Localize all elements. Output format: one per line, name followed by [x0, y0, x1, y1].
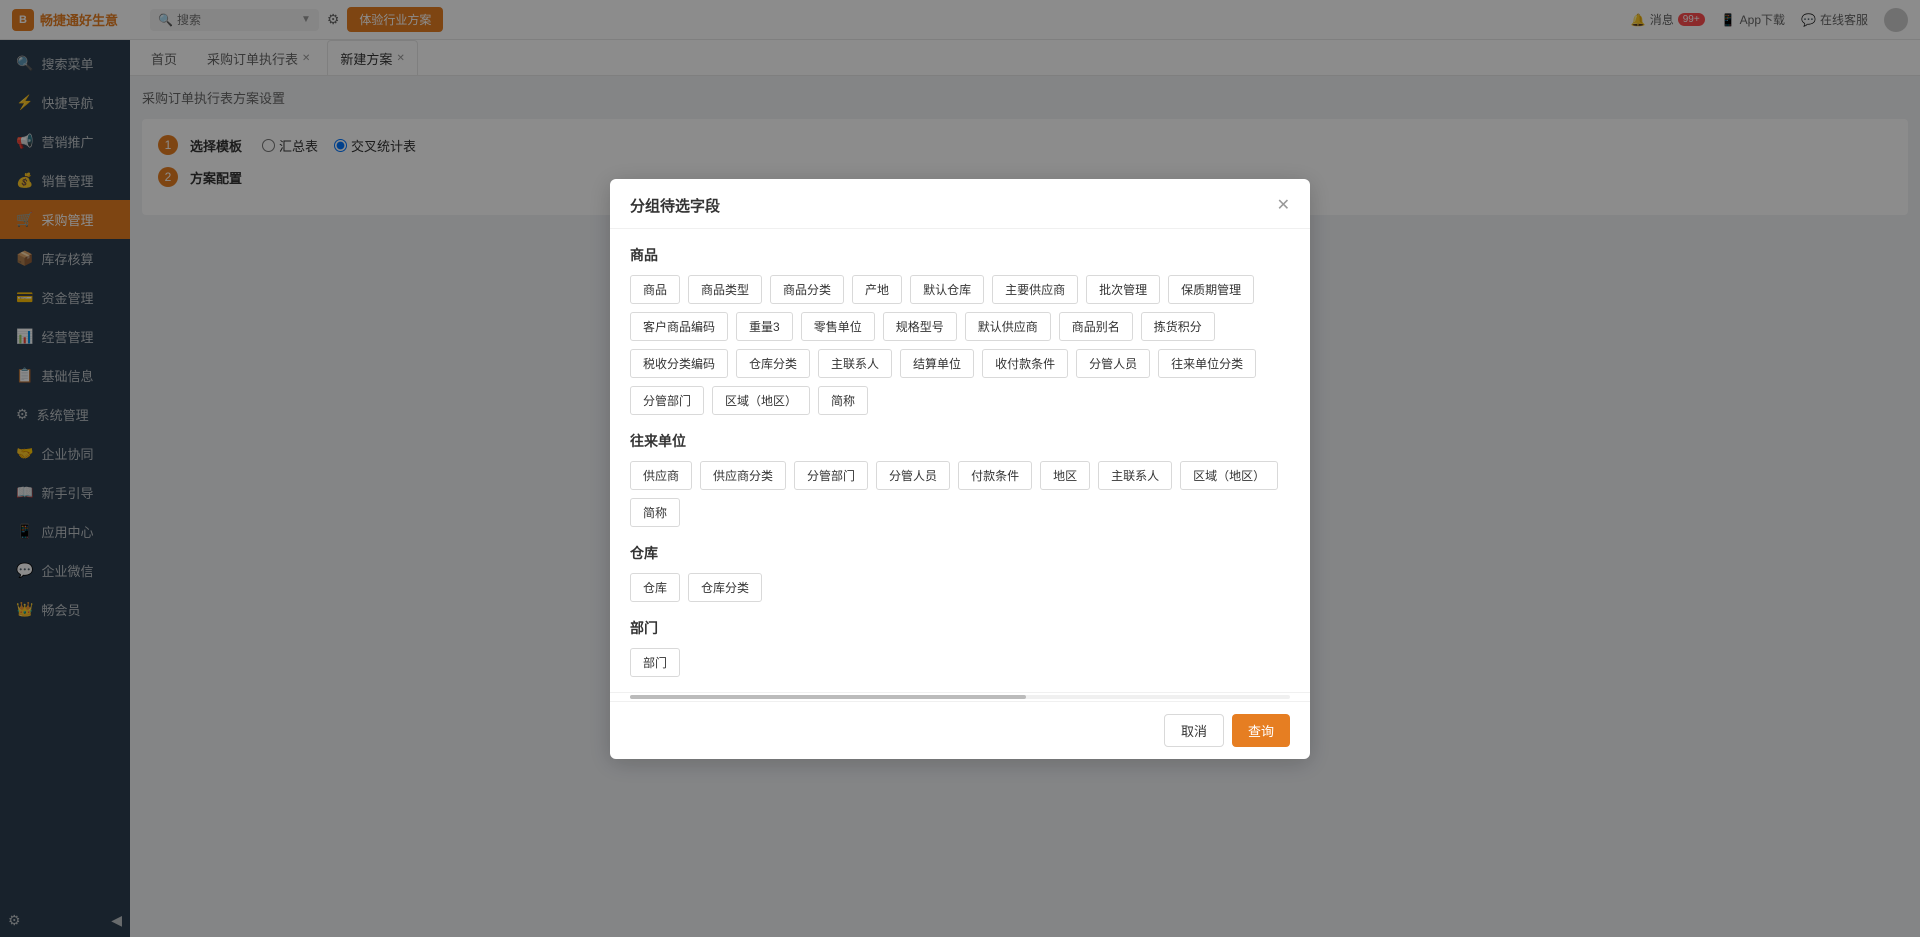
section-warehouse-title: 仓库	[630, 543, 1290, 563]
tag-product-17[interactable]: 主联系人	[818, 349, 892, 378]
scroll-thumb[interactable]	[630, 695, 1026, 699]
tag-partner-2[interactable]: 分管部门	[794, 461, 868, 490]
tag-product-9[interactable]: 重量3	[736, 312, 793, 341]
tag-product-8[interactable]: 客户商品编码	[630, 312, 728, 341]
tag-product-12[interactable]: 默认供应商	[965, 312, 1051, 341]
tag-product-21[interactable]: 往来单位分类	[1158, 349, 1256, 378]
tag-product-6[interactable]: 批次管理	[1086, 275, 1160, 304]
section-product-tags: 商品 商品类型 商品分类 产地 默认仓库 主要供应商 批次管理 保质期管理 客户…	[630, 275, 1290, 415]
section-partner-tags: 供应商 供应商分类 分管部门 分管人员 付款条件 地区 主联系人 区域（地区） …	[630, 461, 1290, 527]
tag-partner-7[interactable]: 区域（地区）	[1180, 461, 1278, 490]
tag-product-24[interactable]: 简称	[818, 386, 868, 415]
modal-header: 分组待选字段 ✕	[610, 179, 1310, 229]
tag-product-14[interactable]: 拣货积分	[1141, 312, 1215, 341]
section-warehouse: 仓库 仓库 仓库分类	[630, 543, 1290, 602]
modal-footer: 取消 查询	[610, 701, 1310, 759]
tag-product-2[interactable]: 商品分类	[770, 275, 844, 304]
tag-partner-6[interactable]: 主联系人	[1098, 461, 1172, 490]
tag-product-13[interactable]: 商品别名	[1059, 312, 1133, 341]
modal-title: 分组待选字段	[630, 195, 720, 216]
section-partner: 往来单位 供应商 供应商分类 分管部门 分管人员 付款条件 地区 主联系人 区域…	[630, 431, 1290, 527]
modal-overlay: 分组待选字段 ✕ 商品 商品 商品类型 商品分类 产地 默认仓库 主要供应商 批…	[0, 0, 1920, 937]
modal-scroll-x	[610, 692, 1310, 700]
tag-partner-1[interactable]: 供应商分类	[700, 461, 786, 490]
tag-partner-4[interactable]: 付款条件	[958, 461, 1032, 490]
section-department-title: 部门	[630, 618, 1290, 638]
tag-product-7[interactable]: 保质期管理	[1168, 275, 1254, 304]
tag-product-10[interactable]: 零售单位	[801, 312, 875, 341]
section-department: 部门 部门	[630, 618, 1290, 677]
tag-product-3[interactable]: 产地	[852, 275, 902, 304]
tag-product-23[interactable]: 区域（地区）	[712, 386, 810, 415]
section-partner-title: 往来单位	[630, 431, 1290, 451]
tag-product-15[interactable]: 税收分类编码	[630, 349, 728, 378]
section-product: 商品 商品 商品类型 商品分类 产地 默认仓库 主要供应商 批次管理 保质期管理…	[630, 245, 1290, 415]
tag-product-4[interactable]: 默认仓库	[910, 275, 984, 304]
confirm-button[interactable]: 查询	[1232, 714, 1290, 747]
tag-partner-8[interactable]: 简称	[630, 498, 680, 527]
tag-product-19[interactable]: 收付款条件	[982, 349, 1068, 378]
field-select-modal: 分组待选字段 ✕ 商品 商品 商品类型 商品分类 产地 默认仓库 主要供应商 批…	[610, 179, 1310, 759]
tag-product-20[interactable]: 分管人员	[1076, 349, 1150, 378]
tag-partner-0[interactable]: 供应商	[630, 461, 692, 490]
tag-product-16[interactable]: 仓库分类	[736, 349, 810, 378]
modal-close-btn[interactable]: ✕	[1277, 195, 1290, 215]
section-product-title: 商品	[630, 245, 1290, 265]
tag-product-5[interactable]: 主要供应商	[992, 275, 1078, 304]
cancel-button[interactable]: 取消	[1164, 714, 1224, 747]
tag-department-0[interactable]: 部门	[630, 648, 680, 677]
tag-partner-3[interactable]: 分管人员	[876, 461, 950, 490]
tag-product-18[interactable]: 结算单位	[900, 349, 974, 378]
tag-warehouse-0[interactable]: 仓库	[630, 573, 680, 602]
tag-product-1[interactable]: 商品类型	[688, 275, 762, 304]
tag-product-0[interactable]: 商品	[630, 275, 680, 304]
tag-warehouse-1[interactable]: 仓库分类	[688, 573, 762, 602]
section-department-tags: 部门	[630, 648, 1290, 677]
section-warehouse-tags: 仓库 仓库分类	[630, 573, 1290, 602]
modal-body[interactable]: 商品 商品 商品类型 商品分类 产地 默认仓库 主要供应商 批次管理 保质期管理…	[610, 229, 1310, 693]
tag-product-22[interactable]: 分管部门	[630, 386, 704, 415]
scroll-track[interactable]	[630, 695, 1290, 699]
tag-product-11[interactable]: 规格型号	[883, 312, 957, 341]
tag-partner-5[interactable]: 地区	[1040, 461, 1090, 490]
